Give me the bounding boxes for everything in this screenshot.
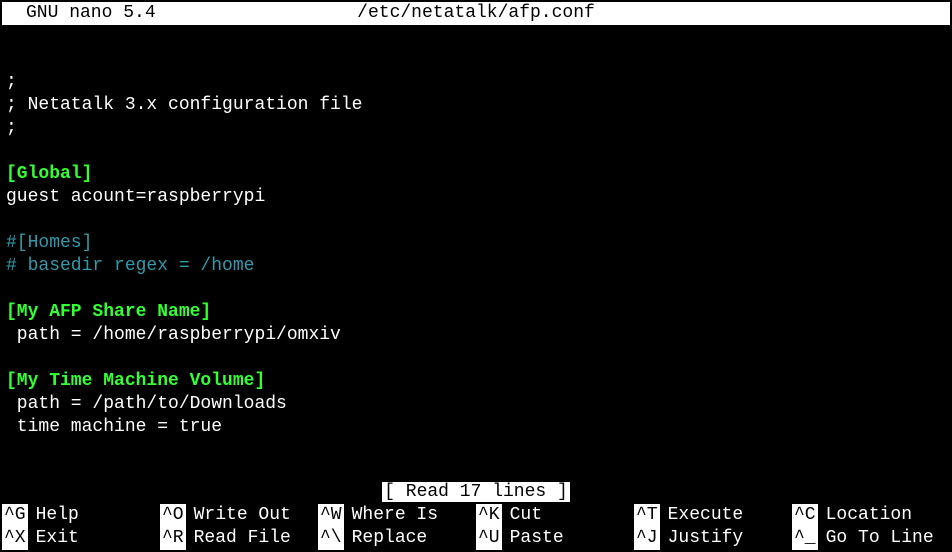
shortcut-row-2: ^XExit^RRead File^\Replace^UPaste^JJusti… — [2, 527, 950, 550]
shortcut-label: Read File — [186, 527, 291, 550]
shortcut-label: Justify — [660, 527, 744, 550]
shortcut-bar: ^GHelp^OWrite Out^WWhere Is^KCut^TExecut… — [2, 504, 950, 550]
shortcut-key: ^C — [792, 504, 818, 527]
shortcut-label: Write Out — [186, 504, 291, 527]
editor-line[interactable]: time machine = true — [6, 416, 946, 439]
editor-line[interactable]: ; — [6, 71, 946, 94]
shortcut-key: ^\ — [318, 527, 344, 550]
shortcut-execute[interactable]: ^TExecute — [634, 504, 792, 527]
editor-line[interactable] — [6, 347, 946, 370]
editor-line[interactable]: [My Time Machine Volume] — [6, 370, 946, 393]
editor-line[interactable] — [6, 209, 946, 232]
shortcut-replace[interactable]: ^\Replace — [318, 527, 476, 550]
file-path: /etc/netatalk/afp.conf — [2, 2, 950, 25]
shortcut-key: ^K — [476, 504, 502, 527]
shortcut-location[interactable]: ^CLocation — [792, 504, 950, 527]
shortcut-help[interactable]: ^GHelp — [2, 504, 160, 527]
editor-line[interactable]: path = /path/to/Downloads — [6, 393, 946, 416]
shortcut-key: ^J — [634, 527, 660, 550]
editor-line[interactable] — [6, 140, 946, 163]
status-bar: [ Read 17 lines ] — [2, 481, 950, 504]
titlebar: GNU nano 5.4 /etc/netatalk/afp.conf — [2, 2, 950, 25]
shortcut-label: Exit — [28, 527, 79, 550]
shortcut-label: Location — [818, 504, 912, 527]
editor-line[interactable] — [6, 278, 946, 301]
status-text: [ Read 17 lines ] — [382, 482, 570, 502]
shortcut-where-is[interactable]: ^WWhere Is — [318, 504, 476, 527]
editor-line[interactable]: [My AFP Share Name] — [6, 301, 946, 324]
shortcut-key: ^U — [476, 527, 502, 550]
shortcut-key: ^X — [2, 527, 28, 550]
shortcut-paste[interactable]: ^UPaste — [476, 527, 634, 550]
terminal: GNU nano 5.4 /etc/netatalk/afp.conf ;; N… — [2, 2, 950, 550]
shortcut-cut[interactable]: ^KCut — [476, 504, 634, 527]
shortcut-key: ^W — [318, 504, 344, 527]
shortcut-key: ^_ — [792, 527, 818, 550]
shortcut-go-to-line[interactable]: ^_Go To Line — [792, 527, 950, 550]
shortcut-label: Cut — [502, 504, 542, 527]
editor-line[interactable]: guest acount=raspberrypi — [6, 186, 946, 209]
editor-line[interactable]: [Global] — [6, 163, 946, 186]
shortcut-row-1: ^GHelp^OWrite Out^WWhere Is^KCut^TExecut… — [2, 504, 950, 527]
shortcut-key: ^R — [160, 527, 186, 550]
editor-area[interactable]: ;; Netatalk 3.x configuration file; [Glob… — [2, 25, 950, 439]
shortcut-label: Execute — [660, 504, 744, 527]
shortcut-label: Go To Line — [818, 527, 934, 550]
shortcut-label: Where Is — [344, 504, 438, 527]
shortcut-key: ^T — [634, 504, 660, 527]
editor-line[interactable]: path = /home/raspberrypi/omxiv — [6, 324, 946, 347]
shortcut-write-out[interactable]: ^OWrite Out — [160, 504, 318, 527]
shortcut-label: Paste — [502, 527, 564, 550]
editor-line[interactable]: #[Homes] — [6, 232, 946, 255]
editor-line[interactable]: # basedir regex = /home — [6, 255, 946, 278]
shortcut-label: Replace — [344, 527, 428, 550]
shortcut-key: ^O — [160, 504, 186, 527]
shortcut-justify[interactable]: ^JJustify — [634, 527, 792, 550]
editor-line[interactable]: ; Netatalk 3.x configuration file — [6, 94, 946, 117]
editor-line[interactable]: ; — [6, 117, 946, 140]
shortcut-label: Help — [28, 504, 79, 527]
shortcut-exit[interactable]: ^XExit — [2, 527, 160, 550]
shortcut-key: ^G — [2, 504, 28, 527]
shortcut-read-file[interactable]: ^RRead File — [160, 527, 318, 550]
